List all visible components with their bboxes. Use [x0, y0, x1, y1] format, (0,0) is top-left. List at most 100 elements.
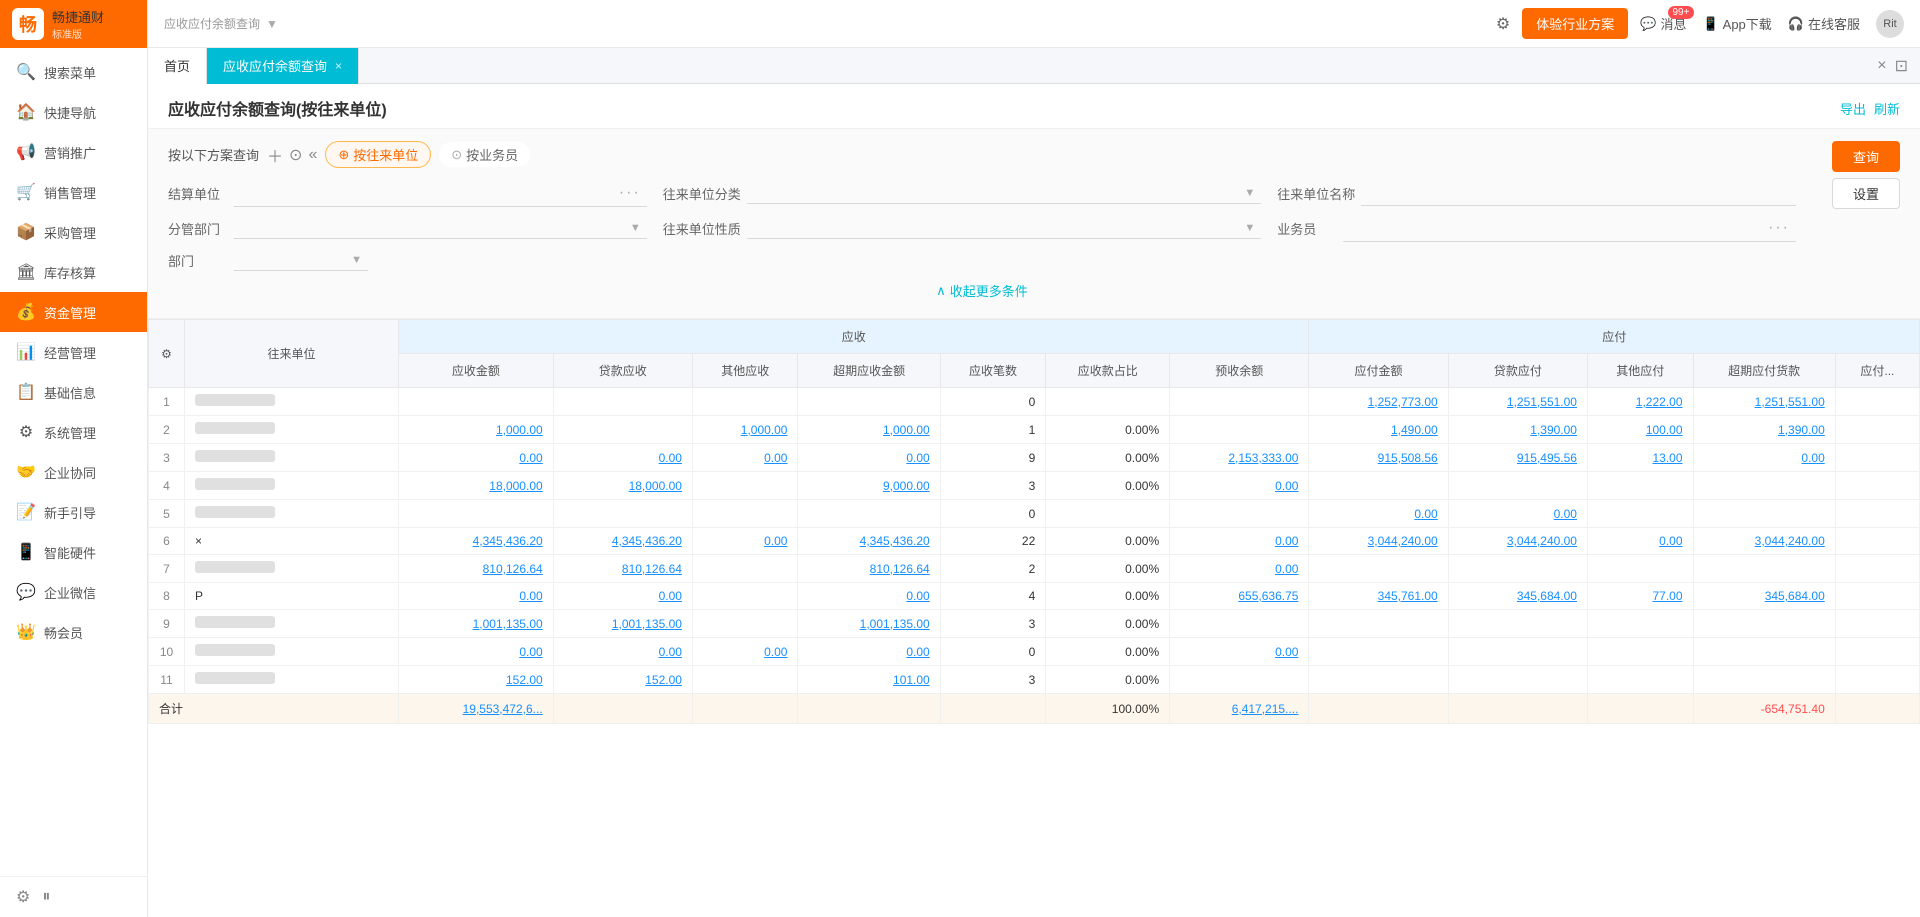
- settlement-input[interactable]: [240, 186, 619, 201]
- partner-name-cell: [185, 500, 399, 528]
- settlement-more-icon[interactable]: ···: [619, 184, 641, 202]
- sidebar-item-member[interactable]: 👑 畅会员: [0, 612, 147, 652]
- dept-select[interactable]: ▼: [234, 250, 368, 271]
- sidebar-item-quicknav[interactable]: 🏠 快捷导航: [0, 92, 147, 132]
- sidebar-item-search[interactable]: 🔍 搜索菜单: [0, 52, 147, 92]
- sidebar-item-collab[interactable]: 🤝 企业协同: [0, 452, 147, 492]
- add-filter-icon[interactable]: ＋: [267, 143, 283, 167]
- col-recv-count: 应收笔数: [940, 354, 1046, 388]
- table-row: 11152.00152.00101.0030.00%: [149, 666, 1920, 694]
- partner-name-cell: ×: [185, 528, 399, 555]
- avatar[interactable]: Rit: [1876, 10, 1904, 38]
- salesperson-input[interactable]: [1349, 221, 1768, 236]
- salesperson-more-icon[interactable]: ···: [1768, 219, 1790, 237]
- partner-category-select[interactable]: ▼: [747, 183, 1261, 204]
- sidebar-item-marketing[interactable]: 📢 营销推广: [0, 132, 147, 172]
- refresh-button[interactable]: 刷新: [1874, 99, 1900, 118]
- sidebar-item-management[interactable]: 📊 经营管理: [0, 332, 147, 372]
- breadcrumb-dropdown-icon[interactable]: ▼: [266, 17, 278, 31]
- header-right: 💬 消息 99+ 📱 App下载 🎧 在线客服 Rit: [1640, 10, 1904, 38]
- edit-filter-icon[interactable]: ⊙: [289, 145, 302, 165]
- footer-advance[interactable]: 6,417,215....: [1170, 694, 1309, 724]
- inventory-icon: 🏛: [16, 262, 36, 282]
- sidebar-item-wechat[interactable]: 💬 企业微信: [0, 572, 147, 612]
- chevron-down-icon: ▼: [1244, 187, 1255, 199]
- query-button[interactable]: 查询: [1832, 141, 1900, 172]
- solution-button[interactable]: 体验行业方案: [1522, 8, 1628, 39]
- nature-chevron-icon: ▼: [1244, 222, 1255, 234]
- header-settings-icon[interactable]: ⚙: [1496, 14, 1510, 34]
- table-row: 30.000.000.000.0090.00%2,153,333.00915,5…: [149, 444, 1920, 472]
- footer-recv-amt[interactable]: 19,553,472,6...: [399, 694, 554, 724]
- online-service-btn[interactable]: 🎧 在线客服: [1788, 14, 1860, 33]
- filter-method-partner[interactable]: ⊕ 按往来单位: [325, 141, 431, 168]
- col-settings-icon[interactable]: ⚙: [149, 320, 185, 388]
- filter-label: 按以下方案查询: [168, 145, 259, 164]
- sidebar-item-guide[interactable]: 📝 新手引导: [0, 492, 147, 532]
- partner-name-cell: [185, 638, 399, 666]
- page-container: 应收应付余额查询(按往来单位) 导出 刷新 按以下方案查询 ＋ ⊙ «: [148, 84, 1920, 917]
- table-row: 100.000.000.000.0000.00%0.00: [149, 638, 1920, 666]
- field-department: 分管部门 ▼: [168, 218, 647, 239]
- filter-row-1: 结算单位 ··· 往来单位分类 ▼: [168, 180, 1796, 207]
- col-recv-amt: 应收金额: [399, 354, 554, 388]
- table-row: 7810,126.64810,126.64810,126.6420.00%0.0…: [149, 555, 1920, 583]
- tab-home[interactable]: 首页: [148, 48, 207, 84]
- sidebar-item-inventory[interactable]: 🏛 库存核算: [0, 252, 147, 292]
- partner-name-cell: [185, 444, 399, 472]
- tab-close-window-icon[interactable]: ×: [1877, 57, 1886, 75]
- filter-icons: ＋ ⊙ «: [267, 143, 317, 167]
- table-row: 91,001,135.001,001,135.001,001,135.0030.…: [149, 610, 1920, 638]
- col-loan-recv: 贷款应收: [553, 354, 692, 388]
- sidebar-item-hardware[interactable]: 📱 智能硬件: [0, 532, 147, 572]
- filter-method-salesperson[interactable]: ⊙ 按业务员: [439, 142, 530, 167]
- sidebar-item-finance[interactable]: 💰 资金管理: [0, 292, 147, 332]
- sidebar-item-basic[interactable]: 📋 基础信息: [0, 372, 147, 412]
- field-partner-name: 往来单位名称: [1277, 182, 1796, 206]
- table-row: 500.000.00: [149, 500, 1920, 528]
- service-icon: 🎧: [1788, 16, 1804, 32]
- tabs-right-controls: × ⊡: [1877, 56, 1920, 76]
- dept2-chevron-icon: ▼: [351, 254, 362, 266]
- page-header: 应收应付余额查询(按往来单位) 导出 刷新: [148, 84, 1920, 129]
- collapse-footer-icon[interactable]: ⏸: [42, 888, 50, 906]
- settings-footer-icon[interactable]: ⚙: [16, 887, 30, 907]
- data-table: ⚙ 往来单位 应收 应付 应收金额 贷款应收 其他应收 超期应收金额 应收笔数 …: [148, 319, 1920, 724]
- app-download-btn[interactable]: 📱 App下载: [1702, 14, 1771, 33]
- filter-row-3: 部门 ▼: [168, 250, 1796, 271]
- member-icon: 👑: [16, 622, 36, 642]
- guide-icon: 📝: [16, 502, 36, 522]
- col-group-payable: 应付: [1309, 320, 1920, 354]
- partner-name-cell: [185, 472, 399, 500]
- download-icon: 📱: [1702, 16, 1718, 32]
- tab-receivable[interactable]: 应收应付余额查询 ×: [207, 48, 359, 84]
- footer-recv-ratio: 100.00%: [1046, 694, 1170, 724]
- filter-rows: 结算单位 ··· 往来单位分类 ▼: [168, 180, 1796, 271]
- partner-name-cell: [185, 666, 399, 694]
- sidebar: 畅 畅捷通财 标准版 🔍 搜索菜单 🏠 快捷导航 📢 营销推广 🛒 销售管理 📦…: [0, 0, 148, 917]
- table-wrap[interactable]: ⚙ 往来单位 应收 应付 应收金额 贷款应收 其他应收 超期应收金额 应收笔数 …: [148, 319, 1920, 917]
- partner-name-input[interactable]: [1361, 182, 1796, 206]
- footer-overdue-pay: -654,751.40: [1693, 694, 1835, 724]
- collab-icon: 🤝: [16, 462, 36, 482]
- filter-salesperson-icon: ⊙: [451, 147, 462, 163]
- collapse-filter-button[interactable]: ∧ 收起更多条件: [168, 275, 1796, 306]
- sidebar-item-purchase[interactable]: 📦 采购管理: [0, 212, 147, 252]
- settings-button[interactable]: 设置: [1832, 178, 1900, 209]
- filter-methods: 按以下方案查询 ＋ ⊙ « ⊕ 按往来单位 ⊙ 按业务员: [168, 141, 1796, 168]
- logo-text: 畅捷通财 标准版: [52, 7, 104, 41]
- tab-maximize-icon[interactable]: ⊡: [1895, 56, 1908, 76]
- messages-btn[interactable]: 💬 消息 99+: [1640, 14, 1686, 33]
- basic-icon: 📋: [16, 382, 36, 402]
- export-button[interactable]: 导出: [1840, 99, 1866, 118]
- tab-close-icon[interactable]: ×: [335, 59, 342, 73]
- partner-name-cell: [185, 416, 399, 444]
- chevron-up-icon: ∧: [936, 283, 946, 299]
- sidebar-item-system[interactable]: ⚙ 系统管理: [0, 412, 147, 452]
- col-group-receivable: 应收: [399, 320, 1309, 354]
- partner-nature-select[interactable]: ▼: [747, 218, 1261, 239]
- collapse-filter-icon[interactable]: «: [308, 146, 317, 164]
- partner-name-cell: [185, 610, 399, 638]
- sidebar-item-sales[interactable]: 🛒 销售管理: [0, 172, 147, 212]
- department-select[interactable]: ▼: [234, 218, 647, 239]
